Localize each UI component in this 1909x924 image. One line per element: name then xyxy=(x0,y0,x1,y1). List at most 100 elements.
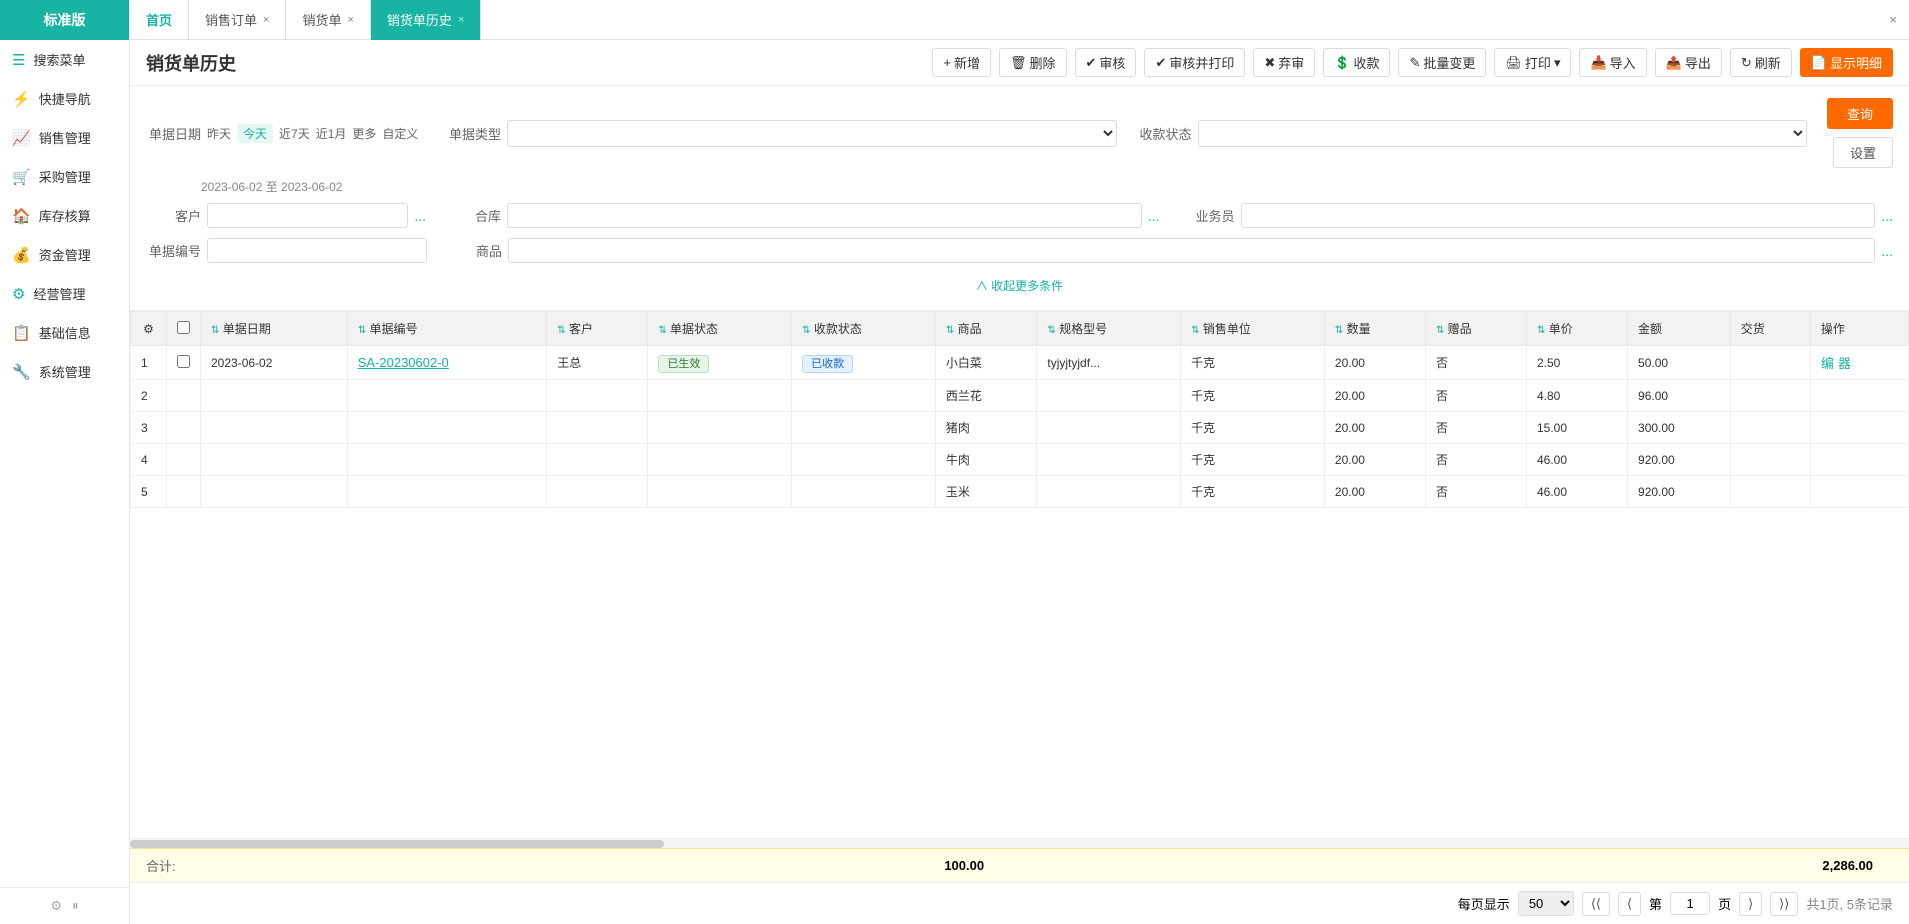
date-shortcut-custom[interactable]: 自定义 xyxy=(382,125,418,142)
checkbox-column-header[interactable] xyxy=(167,312,201,346)
pagination-bar: 每页显示 50 100 200 ⟨⟨ ⟨ 第 页 ⟩ ⟩⟩ 共1页, 5条记录 xyxy=(130,882,1909,924)
settings-column-header[interactable]: ⚙ xyxy=(131,312,167,346)
date-shortcut-today[interactable]: 今天 xyxy=(237,124,273,143)
footer-total-qty: 100.00 xyxy=(206,858,1822,873)
audit-print-button[interactable]: ✔ 审核并打印 xyxy=(1144,48,1245,77)
customer-input[interactable] xyxy=(207,203,408,228)
unit-price-column-header[interactable]: ⇅ 单价 xyxy=(1526,312,1627,346)
sidebar-item-operation[interactable]: ⚙ 经营管理 xyxy=(0,274,129,313)
goods-column-header[interactable]: ⇅ 商品 xyxy=(935,312,1037,346)
close-tab-sales-order[interactable]: × xyxy=(263,14,269,26)
sidebar-item-label: 经营管理 xyxy=(33,284,85,303)
goods-ellipsis-button[interactable]: ... xyxy=(1881,243,1893,259)
window-close-button[interactable]: × xyxy=(1877,12,1909,27)
filter-row-2: 客户 ... 合库 ... 业务员 ... xyxy=(146,203,1893,228)
settings-icon[interactable]: ⚙ xyxy=(50,898,62,914)
goods-input[interactable] xyxy=(508,238,1875,263)
select-all-checkbox[interactable] xyxy=(177,321,190,334)
doc-date-column-header[interactable]: ⇅ 单据日期 xyxy=(201,312,348,346)
doc-type-select[interactable] xyxy=(507,120,1117,147)
set-button[interactable]: 设置 xyxy=(1833,137,1893,168)
sidebar-item-search-menu[interactable]: ☰ 搜索菜单 xyxy=(0,40,129,79)
status-badge: 已生效 xyxy=(658,355,709,373)
sidebar-item-sales-mgmt[interactable]: 📈 销售管理 xyxy=(0,118,129,157)
purchase-icon: 🛒 xyxy=(12,168,31,186)
tab-sales-order[interactable]: 销售订单 × xyxy=(189,0,286,40)
row-checkbox-cell[interactable] xyxy=(167,346,201,380)
date-shortcut-1month[interactable]: 近1月 xyxy=(316,125,347,142)
doc-number-input[interactable] xyxy=(207,238,427,263)
qty-column-header[interactable]: ⇅ 数量 xyxy=(1324,312,1425,346)
close-tab-sales-history[interactable]: × xyxy=(458,14,464,26)
collapse-filter-button[interactable]: ∧ 收起更多条件 xyxy=(146,273,1893,298)
sidebar-item-inventory[interactable]: 🏠 库存核算 xyxy=(0,196,129,235)
doc-number-cell xyxy=(347,444,547,476)
row-checkbox[interactable] xyxy=(177,355,190,368)
doc-status-column-header[interactable]: ⇅ 单据状态 xyxy=(648,312,792,346)
doc-date-cell xyxy=(201,476,348,508)
sidebar-item-basic-info[interactable]: 📋 基础信息 xyxy=(0,313,129,352)
customer-label: 客户 xyxy=(146,206,201,225)
spec-column-header[interactable]: ⇅ 规格型号 xyxy=(1037,312,1181,346)
abandon-button[interactable]: ✖ 弃审 xyxy=(1253,48,1315,77)
pay-status-select[interactable] xyxy=(1198,120,1808,147)
row-checkbox-cell[interactable] xyxy=(167,444,201,476)
abandon-icon: ✖ xyxy=(1264,55,1275,71)
audit-button[interactable]: ✔ 审核 xyxy=(1075,48,1137,77)
filter-doc-number: 单据编号 xyxy=(146,238,427,263)
salesman-input[interactable] xyxy=(1241,203,1876,228)
collect-button[interactable]: 💲 收款 xyxy=(1323,48,1390,77)
basic-info-icon: 📋 xyxy=(12,324,31,342)
refresh-button[interactable]: ↻ 刷新 xyxy=(1730,48,1792,77)
show-detail-button[interactable]: 📄 显示明细 xyxy=(1800,48,1893,77)
doc-number-link[interactable]: SA-20230602-0 xyxy=(358,355,449,370)
more-action-button[interactable]: 器 xyxy=(1838,353,1851,372)
date-shortcut-yesterday[interactable]: 昨天 xyxy=(207,125,231,142)
scrollbar-thumb[interactable] xyxy=(130,840,664,848)
export-button[interactable]: 📤 导出 xyxy=(1655,48,1722,77)
unit-column-header[interactable]: ⇅ 销售单位 xyxy=(1181,312,1325,346)
first-page-button[interactable]: ⟨⟨ xyxy=(1582,892,1610,916)
customer-ellipsis-button[interactable]: ... xyxy=(414,208,426,224)
horizontal-scrollbar[interactable] xyxy=(130,838,1909,848)
batch-change-button[interactable]: ✎ 批量变更 xyxy=(1398,48,1486,77)
pause-icon[interactable]: ⏸ xyxy=(72,898,79,914)
date-shortcut-7days[interactable]: 近7天 xyxy=(279,125,310,142)
last-page-button[interactable]: ⟩⟩ xyxy=(1770,892,1798,916)
row-checkbox-cell[interactable] xyxy=(167,412,201,444)
customer-column-header[interactable]: ⇅ 客户 xyxy=(547,312,648,346)
doc-status-cell xyxy=(648,380,792,412)
row-checkbox-cell[interactable] xyxy=(167,380,201,412)
gift-column-header[interactable]: ⇅ 赠品 xyxy=(1425,312,1526,346)
import-button[interactable]: 📥 导入 xyxy=(1579,48,1646,77)
warehouse-input[interactable] xyxy=(507,203,1142,228)
delete-button[interactable]: 🗑 删除 xyxy=(999,48,1067,77)
page-size-select[interactable]: 50 100 200 xyxy=(1518,891,1574,916)
doc-number-column-header[interactable]: ⇅ 单据编号 xyxy=(347,312,547,346)
tab-sales-goods[interactable]: 销货单 × xyxy=(286,0,370,40)
add-button[interactable]: + 新增 xyxy=(932,48,991,77)
warehouse-ellipsis-button[interactable]: ... xyxy=(1148,208,1160,224)
print-button[interactable]: 🖨 打印 ▾ xyxy=(1494,48,1571,77)
date-shortcut-more[interactable]: 更多 xyxy=(352,125,376,142)
edit-action-button[interactable]: 编 xyxy=(1821,353,1834,372)
prev-page-button[interactable]: ⟨ xyxy=(1618,892,1641,916)
next-page-button[interactable]: ⟩ xyxy=(1739,892,1762,916)
spec-cell: tyjyjtyjdf... xyxy=(1037,346,1181,380)
salesman-ellipsis-button[interactable]: ... xyxy=(1881,208,1893,224)
tab-home[interactable]: 首页 xyxy=(130,0,189,40)
sidebar-item-sys-mgmt[interactable]: 🔧 系统管理 xyxy=(0,352,129,391)
amount-cell: 300.00 xyxy=(1628,412,1731,444)
sidebar-item-finance[interactable]: 💰 资金管理 xyxy=(0,235,129,274)
sidebar-item-quick-nav[interactable]: ⚡ 快捷导航 xyxy=(0,79,129,118)
customer-cell xyxy=(547,412,648,444)
query-button[interactable]: 查询 xyxy=(1827,98,1893,129)
date-label: 单据日期 xyxy=(146,124,201,143)
date-range-display: 2023-06-02 至 2023-06-02 xyxy=(201,178,1893,195)
sidebar-item-purchase-mgmt[interactable]: 🛒 采购管理 xyxy=(0,157,129,196)
tab-sales-history[interactable]: 销货单历史 × xyxy=(371,0,481,40)
pay-status-column-header[interactable]: ⇅ 收款状态 xyxy=(792,312,936,346)
page-number-input[interactable] xyxy=(1670,892,1710,915)
row-checkbox-cell[interactable] xyxy=(167,476,201,508)
close-tab-sales-goods[interactable]: × xyxy=(347,14,353,26)
